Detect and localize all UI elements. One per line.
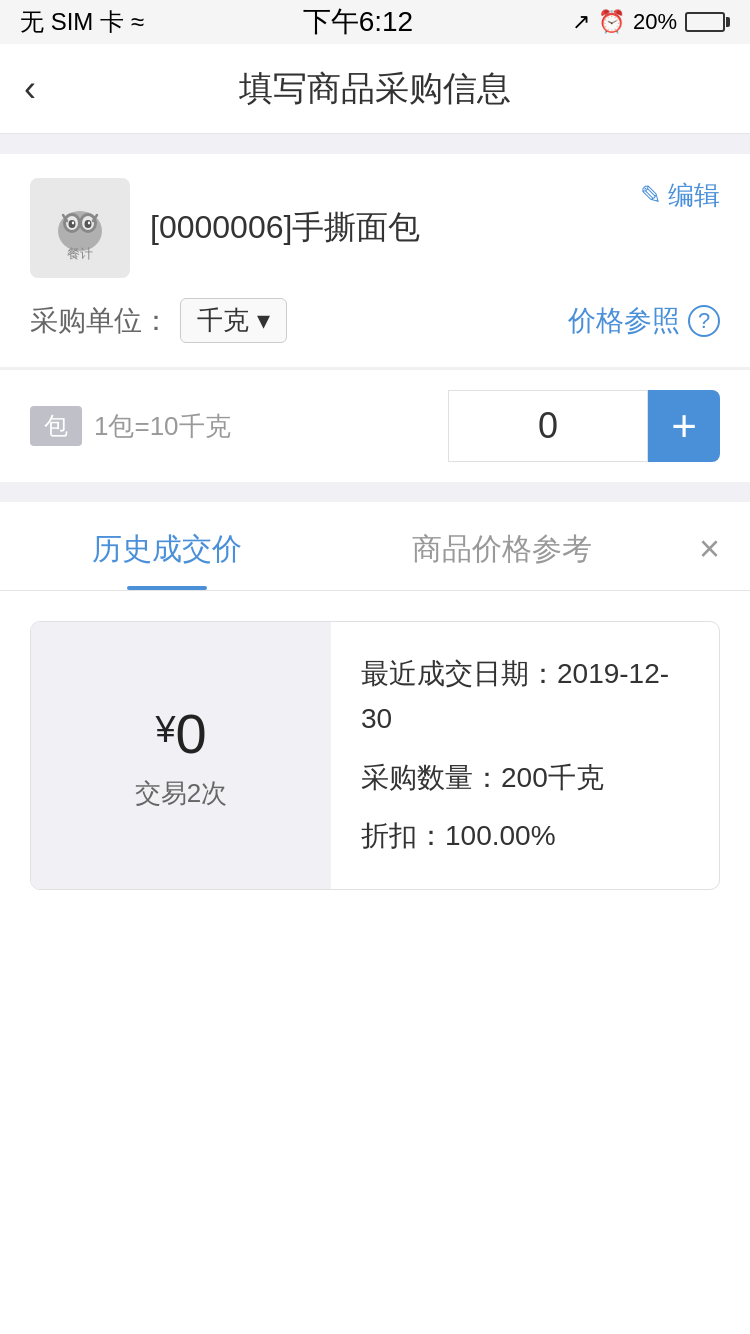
currency-symbol: ¥	[155, 709, 175, 750]
svg-point-8	[88, 222, 90, 225]
quantity-left: 包 1包=10千克	[30, 406, 231, 446]
product-image: 餐计	[30, 178, 130, 278]
price-ref-help-icon: ?	[688, 305, 720, 337]
product-card: 餐计 [0000006]手撕面包 ✎ 编辑 采购单位： 千克 ▾ 价格参照 ?	[0, 154, 750, 367]
back-button[interactable]: ‹	[24, 68, 36, 110]
status-left: 无 SIM 卡 ≈	[20, 6, 144, 38]
unit-badge: 包	[30, 406, 82, 446]
svg-point-6	[85, 220, 92, 228]
history-content: ¥0 交易2次 最近成交日期：2019-12-30 采购数量：200千克 折扣：…	[0, 591, 750, 920]
battery-icon	[685, 12, 730, 32]
quantity-plus-button[interactable]: +	[648, 390, 720, 462]
history-price-value: ¥0	[155, 701, 206, 766]
tabs-section: 历史成交价 商品价格参考 × ¥0 交易2次 最近成交日期：2019-12-30…	[0, 502, 750, 920]
unit-label: 采购单位：	[30, 302, 170, 340]
history-card: ¥0 交易2次 最近成交日期：2019-12-30 采购数量：200千克 折扣：…	[30, 621, 720, 890]
purchase-quantity-label: 采购数量：	[361, 762, 501, 793]
product-unit-row: 采购单位： 千克 ▾ 价格参照 ?	[30, 298, 720, 343]
edit-icon: ✎	[640, 180, 662, 211]
edit-button[interactable]: ✎ 编辑	[640, 178, 720, 213]
product-image-placeholder: 餐计	[45, 193, 115, 263]
history-price-section: ¥0 交易2次	[31, 622, 331, 889]
status-bar: 无 SIM 卡 ≈ 下午6:12 ↗ ⏰ 20%	[0, 0, 750, 44]
quantity-row: 包 1包=10千克 0 +	[0, 369, 750, 482]
svg-text:餐计: 餐计	[67, 246, 93, 261]
quantity-controls: 0 +	[448, 390, 720, 462]
page-title: 填写商品采购信息	[239, 66, 511, 112]
status-right: ↗ ⏰ 20%	[572, 9, 730, 35]
bottom-area	[0, 920, 750, 1334]
unit-value: 千克	[197, 303, 249, 338]
tab-history-price[interactable]: 历史成交价	[0, 503, 334, 590]
discount-value: 100.00%	[445, 820, 556, 851]
nav-bar: ‹ 填写商品采购信息	[0, 44, 750, 134]
quantity-section: 包 1包=10千克 0 +	[0, 369, 750, 482]
location-icon: ↗	[572, 9, 590, 35]
battery-percent: 20%	[633, 9, 677, 35]
dropdown-arrow-icon: ▾	[257, 305, 270, 336]
purchase-quantity-value: 200千克	[501, 762, 604, 793]
quantity-input[interactable]: 0	[448, 390, 648, 462]
price-ref-button[interactable]: 价格参照 ?	[568, 302, 720, 340]
svg-point-5	[69, 220, 76, 228]
recent-date-label: 最近成交日期：	[361, 658, 557, 689]
alarm-icon: ⏰	[598, 9, 625, 35]
purchase-quantity-row: 采购数量：200千克	[361, 756, 689, 801]
history-trades-count: 交易2次	[135, 776, 227, 811]
product-header: 餐计 [0000006]手撕面包 ✎ 编辑	[30, 178, 720, 278]
discount-row: 折扣：100.00%	[361, 814, 689, 859]
product-left: 餐计 [0000006]手撕面包	[30, 178, 420, 278]
discount-label: 折扣：	[361, 820, 445, 851]
status-time: 下午6:12	[303, 3, 414, 41]
tab-close-button[interactable]: ×	[669, 502, 750, 590]
tab-product-price-ref[interactable]: 商品价格参考	[334, 503, 668, 590]
sim-label: 无 SIM 卡 ≈	[20, 6, 144, 38]
price-ref-label: 价格参照	[568, 302, 680, 340]
recent-date-row: 最近成交日期：2019-12-30	[361, 652, 689, 742]
svg-point-7	[72, 222, 74, 225]
tabs-header: 历史成交价 商品价格参考 ×	[0, 502, 750, 591]
unit-select[interactable]: 千克 ▾	[180, 298, 287, 343]
unit-conversion: 1包=10千克	[94, 409, 231, 444]
product-name: [0000006]手撕面包	[150, 206, 420, 250]
history-details-section: 最近成交日期：2019-12-30 采购数量：200千克 折扣：100.00%	[331, 622, 719, 889]
